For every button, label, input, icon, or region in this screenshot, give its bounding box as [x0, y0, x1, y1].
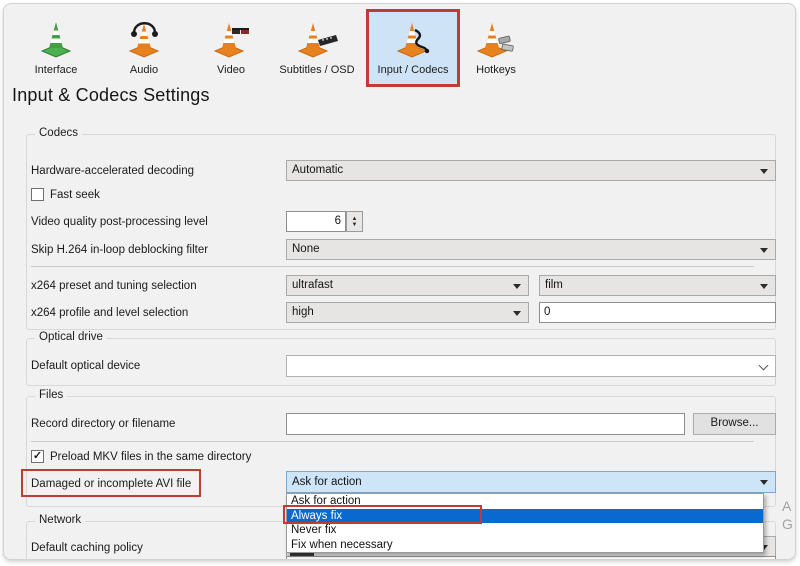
chevron-down-icon — [513, 284, 521, 289]
fast-seek-label: Fast seek — [50, 189, 100, 201]
tab-subtitles-osd[interactable]: Subtitles / OSD — [268, 9, 366, 87]
browse-button[interactable]: Browse... — [693, 413, 776, 435]
x264-profile-value: high — [292, 306, 314, 318]
partial-bottom-input[interactable] — [286, 556, 776, 560]
tab-input-codecs[interactable]: Input / Codecs — [366, 9, 460, 87]
x264-profile-label: x264 profile and level selection — [31, 307, 188, 319]
option-never-fix[interactable]: Never fix — [287, 523, 763, 538]
tab-label: Audio — [102, 64, 186, 76]
separator — [31, 441, 754, 442]
watermark-letter-a: A — [782, 498, 791, 514]
chevron-down-icon — [760, 284, 768, 289]
tab-label: Hotkeys — [455, 64, 537, 76]
hotkeys-icon — [455, 9, 537, 61]
input-codecs-icon — [369, 12, 457, 61]
group-files-title: Files — [35, 389, 67, 401]
option-fix-when-necessary[interactable]: Fix when necessary — [287, 538, 763, 553]
tab-label: Subtitles / OSD — [268, 64, 366, 76]
optical-device-label: Default optical device — [31, 360, 140, 372]
hw-decoding-label: Hardware-accelerated decoding — [31, 165, 194, 177]
tab-interface[interactable]: Interface — [14, 9, 98, 87]
hw-decoding-value: Automatic — [292, 164, 343, 176]
tab-hotkeys[interactable]: Hotkeys — [455, 9, 537, 87]
chevron-down-icon — [760, 248, 768, 253]
subtitles-osd-icon — [268, 9, 366, 61]
tab-label: Interface — [14, 64, 98, 76]
x264-tuning-select[interactable]: film — [539, 275, 776, 296]
optical-device-combobox[interactable] — [286, 355, 776, 377]
x264-preset-value: ultrafast — [292, 279, 333, 291]
interface-icon — [14, 9, 98, 61]
damaged-avi-select[interactable]: Ask for action — [286, 471, 776, 493]
skip-filter-select[interactable]: None — [286, 239, 776, 260]
chevron-down-icon — [760, 480, 768, 485]
damaged-avi-label: Damaged or incomplete AVI file — [31, 478, 191, 490]
group-optical-title: Optical drive — [35, 331, 107, 343]
preload-mkv-checkbox[interactable]: ✓ — [31, 450, 44, 463]
fast-seek-checkbox[interactable] — [31, 188, 44, 201]
tab-video[interactable]: Video — [189, 9, 273, 87]
checkmark-icon: ✓ — [33, 450, 42, 462]
damaged-avi-value: Ask for action — [292, 476, 362, 488]
postproc-label: Video quality post-processing level — [31, 216, 208, 228]
watermark-letter-g: G — [782, 516, 793, 532]
separator — [31, 266, 754, 267]
hw-decoding-select[interactable]: Automatic — [286, 160, 776, 181]
x264-preset-label: x264 preset and tuning selection — [31, 280, 197, 292]
preferences-dialog: Interface Audio — [3, 3, 796, 560]
option-always-fix[interactable]: Always fix — [287, 509, 763, 524]
record-dir-input[interactable] — [286, 413, 685, 435]
video-icon — [189, 9, 273, 61]
group-codecs-title: Codecs — [35, 127, 82, 139]
tab-audio[interactable]: Audio — [102, 9, 186, 87]
x264-level-input[interactable]: 0 — [539, 302, 776, 323]
audio-icon — [102, 9, 186, 61]
tab-label: Video — [189, 64, 273, 76]
x264-tuning-value: film — [545, 279, 563, 291]
page-title: Input & Codecs Settings — [12, 85, 210, 106]
preload-mkv-label: Preload MKV files in the same directory — [50, 451, 251, 463]
skip-filter-label: Skip H.264 in-loop deblocking filter — [31, 244, 208, 256]
x264-profile-select[interactable]: high — [286, 302, 529, 323]
damaged-avi-dropdown-list: Ask for action Always fix Never fix Fix … — [286, 493, 764, 553]
chevron-down-icon — [513, 311, 521, 316]
x264-preset-select[interactable]: ultrafast — [286, 275, 529, 296]
skip-filter-value: None — [292, 243, 320, 255]
spin-down-icon[interactable]: ▼ — [352, 222, 358, 228]
postproc-stepper[interactable]: ▲ ▼ — [346, 211, 363, 232]
caching-policy-label: Default caching policy — [31, 542, 143, 554]
chevron-down-icon — [760, 169, 768, 174]
chevron-down-icon — [759, 361, 769, 371]
group-network-title: Network — [35, 514, 85, 526]
postproc-input[interactable]: 6 — [286, 211, 346, 232]
record-dir-label: Record directory or filename — [31, 418, 175, 430]
tab-label: Input / Codecs — [369, 64, 457, 76]
option-ask-for-action[interactable]: Ask for action — [287, 494, 763, 509]
